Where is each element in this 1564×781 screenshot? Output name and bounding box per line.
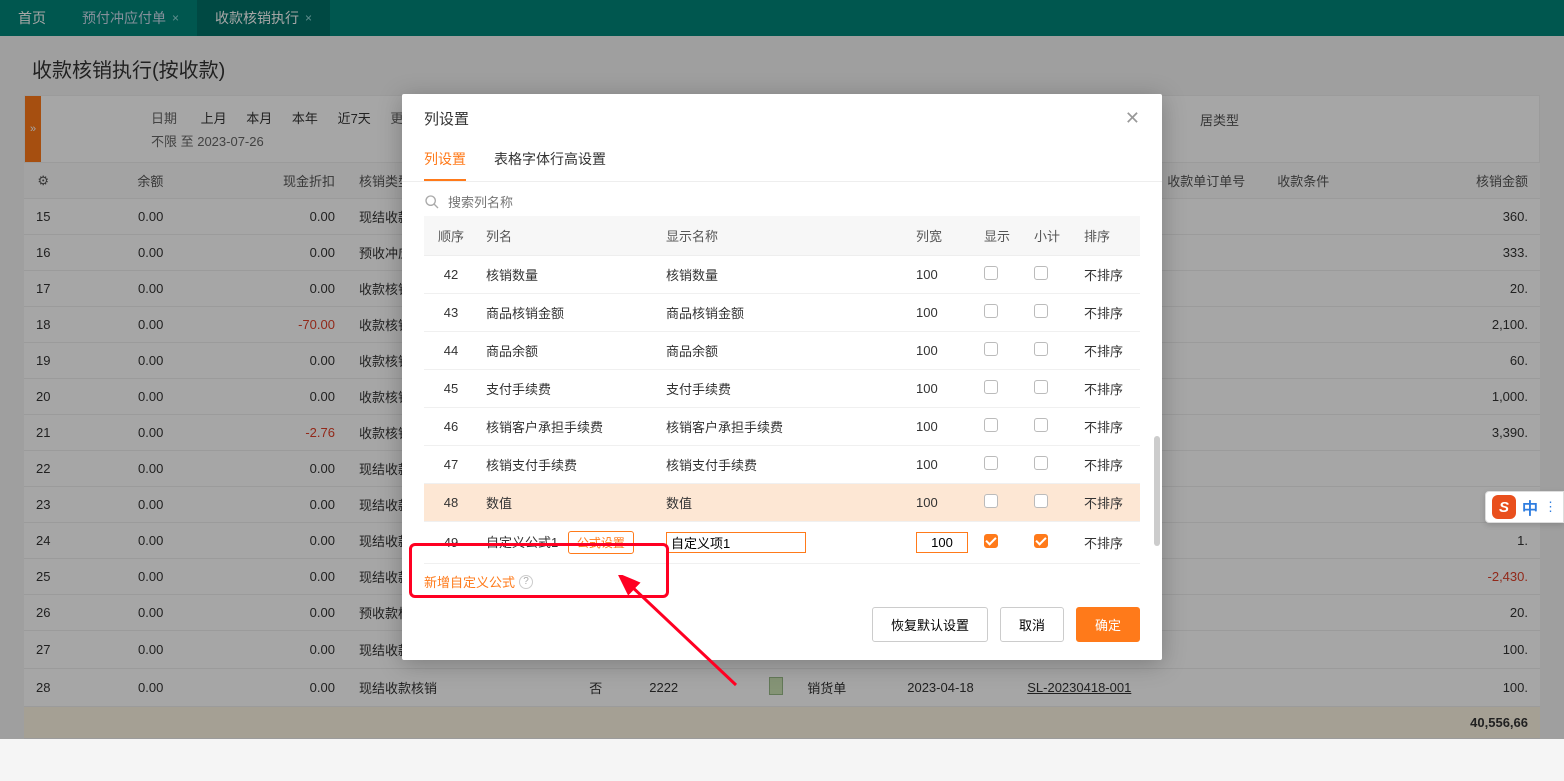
cfg-width: 100 bbox=[908, 484, 976, 522]
column-config-row[interactable]: 49自定义公式1 公式设置 不排序 bbox=[424, 522, 1140, 564]
cfg-name: 支付手续费 bbox=[478, 370, 658, 408]
cfg-name: 核销支付手续费 bbox=[478, 446, 658, 484]
search-icon bbox=[424, 194, 440, 210]
cfg-order: 43 bbox=[424, 294, 478, 332]
cfg-width: 100 bbox=[908, 370, 976, 408]
column-config-row[interactable]: 44商品余额商品余额100不排序 bbox=[424, 332, 1140, 370]
show-checkbox[interactable] bbox=[984, 380, 998, 394]
cfg-name: 数值 bbox=[478, 484, 658, 522]
cfg-display: 商品余额 bbox=[658, 332, 908, 370]
cfg-display: 核销数量 bbox=[658, 256, 908, 294]
column-settings-modal: 列设置 ✕ 列设置 表格字体行高设置 顺序 列名 显示名称 列宽 bbox=[402, 94, 1162, 660]
column-config-row[interactable]: 46核销客户承担手续费核销客户承担手续费100不排序 bbox=[424, 408, 1140, 446]
cfg-order: 48 bbox=[424, 484, 478, 522]
cfg-width bbox=[908, 522, 976, 564]
modal-title: 列设置 bbox=[424, 108, 469, 129]
cfg-width: 100 bbox=[908, 332, 976, 370]
modal-tab-columns[interactable]: 列设置 bbox=[424, 143, 466, 181]
show-checkbox[interactable] bbox=[984, 304, 998, 318]
cfg-name: 商品核销金额 bbox=[478, 294, 658, 332]
cancel-button[interactable]: 取消 bbox=[1000, 607, 1064, 642]
column-config-row[interactable]: 45支付手续费支付手续费100不排序 bbox=[424, 370, 1140, 408]
cfg-display: 核销客户承担手续费 bbox=[658, 408, 908, 446]
mh-width: 列宽 bbox=[908, 216, 976, 256]
cfg-order: 49 bbox=[424, 522, 478, 564]
cfg-sort[interactable]: 不排序 bbox=[1076, 484, 1140, 522]
mh-order: 顺序 bbox=[424, 216, 478, 256]
subtotal-checkbox[interactable] bbox=[1034, 380, 1048, 394]
cfg-name: 自定义公式1 公式设置 bbox=[478, 522, 658, 564]
cfg-sort[interactable]: 不排序 bbox=[1076, 294, 1140, 332]
show-checkbox[interactable] bbox=[984, 342, 998, 356]
cfg-name: 商品余额 bbox=[478, 332, 658, 370]
mh-subtotal: 小计 bbox=[1026, 216, 1076, 256]
cfg-sort[interactable]: 不排序 bbox=[1076, 408, 1140, 446]
modal-overlay: 列设置 ✕ 列设置 表格字体行高设置 顺序 列名 显示名称 列宽 bbox=[0, 0, 1564, 739]
cfg-order: 47 bbox=[424, 446, 478, 484]
cfg-sort[interactable]: 不排序 bbox=[1076, 446, 1140, 484]
cfg-display: 支付手续费 bbox=[658, 370, 908, 408]
cfg-name: 核销客户承担手续费 bbox=[478, 408, 658, 446]
help-icon[interactable]: ? bbox=[519, 575, 533, 589]
ime-more-icon: ⋮ bbox=[1544, 499, 1557, 515]
cfg-name: 核销数量 bbox=[478, 256, 658, 294]
ime-indicator[interactable]: S 中 ⋮ bbox=[1485, 491, 1564, 523]
cfg-display: 核销支付手续费 bbox=[658, 446, 908, 484]
mh-display: 显示名称 bbox=[658, 216, 908, 256]
ok-button[interactable]: 确定 bbox=[1076, 607, 1140, 642]
close-icon[interactable]: ✕ bbox=[1125, 108, 1140, 129]
cfg-order: 44 bbox=[424, 332, 478, 370]
subtotal-checkbox[interactable] bbox=[1034, 534, 1048, 548]
restore-default-button[interactable]: 恢复默认设置 bbox=[872, 607, 988, 642]
subtotal-checkbox[interactable] bbox=[1034, 418, 1048, 432]
cfg-order: 42 bbox=[424, 256, 478, 294]
show-checkbox[interactable] bbox=[984, 418, 998, 432]
cfg-width: 100 bbox=[908, 408, 976, 446]
column-config-row[interactable]: 47核销支付手续费核销支付手续费100不排序 bbox=[424, 446, 1140, 484]
scrollbar[interactable] bbox=[1154, 436, 1160, 546]
display-name-input[interactable] bbox=[666, 532, 806, 553]
column-config-row[interactable]: 42核销数量核销数量100不排序 bbox=[424, 256, 1140, 294]
column-config-row[interactable]: 48数值数值100不排序 bbox=[424, 484, 1140, 522]
subtotal-checkbox[interactable] bbox=[1034, 342, 1048, 356]
subtotal-checkbox[interactable] bbox=[1034, 456, 1048, 470]
show-checkbox[interactable] bbox=[984, 534, 998, 548]
cfg-sort[interactable]: 不排序 bbox=[1076, 370, 1140, 408]
modal-tab-font[interactable]: 表格字体行高设置 bbox=[494, 143, 606, 181]
mh-name: 列名 bbox=[478, 216, 658, 256]
ime-lang: 中 bbox=[1522, 495, 1538, 519]
cfg-width: 100 bbox=[908, 446, 976, 484]
show-checkbox[interactable] bbox=[984, 494, 998, 508]
cfg-sort[interactable]: 不排序 bbox=[1076, 332, 1140, 370]
subtotal-checkbox[interactable] bbox=[1034, 494, 1048, 508]
subtotal-checkbox[interactable] bbox=[1034, 266, 1048, 280]
show-checkbox[interactable] bbox=[984, 456, 998, 470]
column-config-row[interactable]: 43商品核销金额商品核销金额100不排序 bbox=[424, 294, 1140, 332]
cfg-width: 100 bbox=[908, 256, 976, 294]
column-search-input[interactable] bbox=[448, 195, 1140, 210]
show-checkbox[interactable] bbox=[984, 266, 998, 280]
cfg-sort[interactable]: 不排序 bbox=[1076, 256, 1140, 294]
mh-show: 显示 bbox=[976, 216, 1026, 256]
add-custom-formula-link[interactable]: 新增自定义公式 bbox=[424, 572, 515, 591]
subtotal-checkbox[interactable] bbox=[1034, 304, 1048, 318]
mh-sort: 排序 bbox=[1076, 216, 1140, 256]
cfg-order: 45 bbox=[424, 370, 478, 408]
cfg-sort[interactable]: 不排序 bbox=[1076, 522, 1140, 564]
sogou-icon: S bbox=[1492, 495, 1516, 519]
cfg-width: 100 bbox=[908, 294, 976, 332]
cfg-display: 数值 bbox=[658, 484, 908, 522]
cfg-display bbox=[658, 522, 908, 564]
cfg-display: 商品核销金额 bbox=[658, 294, 908, 332]
cfg-order: 46 bbox=[424, 408, 478, 446]
formula-settings-button[interactable]: 公式设置 bbox=[568, 531, 634, 554]
col-width-input[interactable] bbox=[916, 532, 968, 553]
